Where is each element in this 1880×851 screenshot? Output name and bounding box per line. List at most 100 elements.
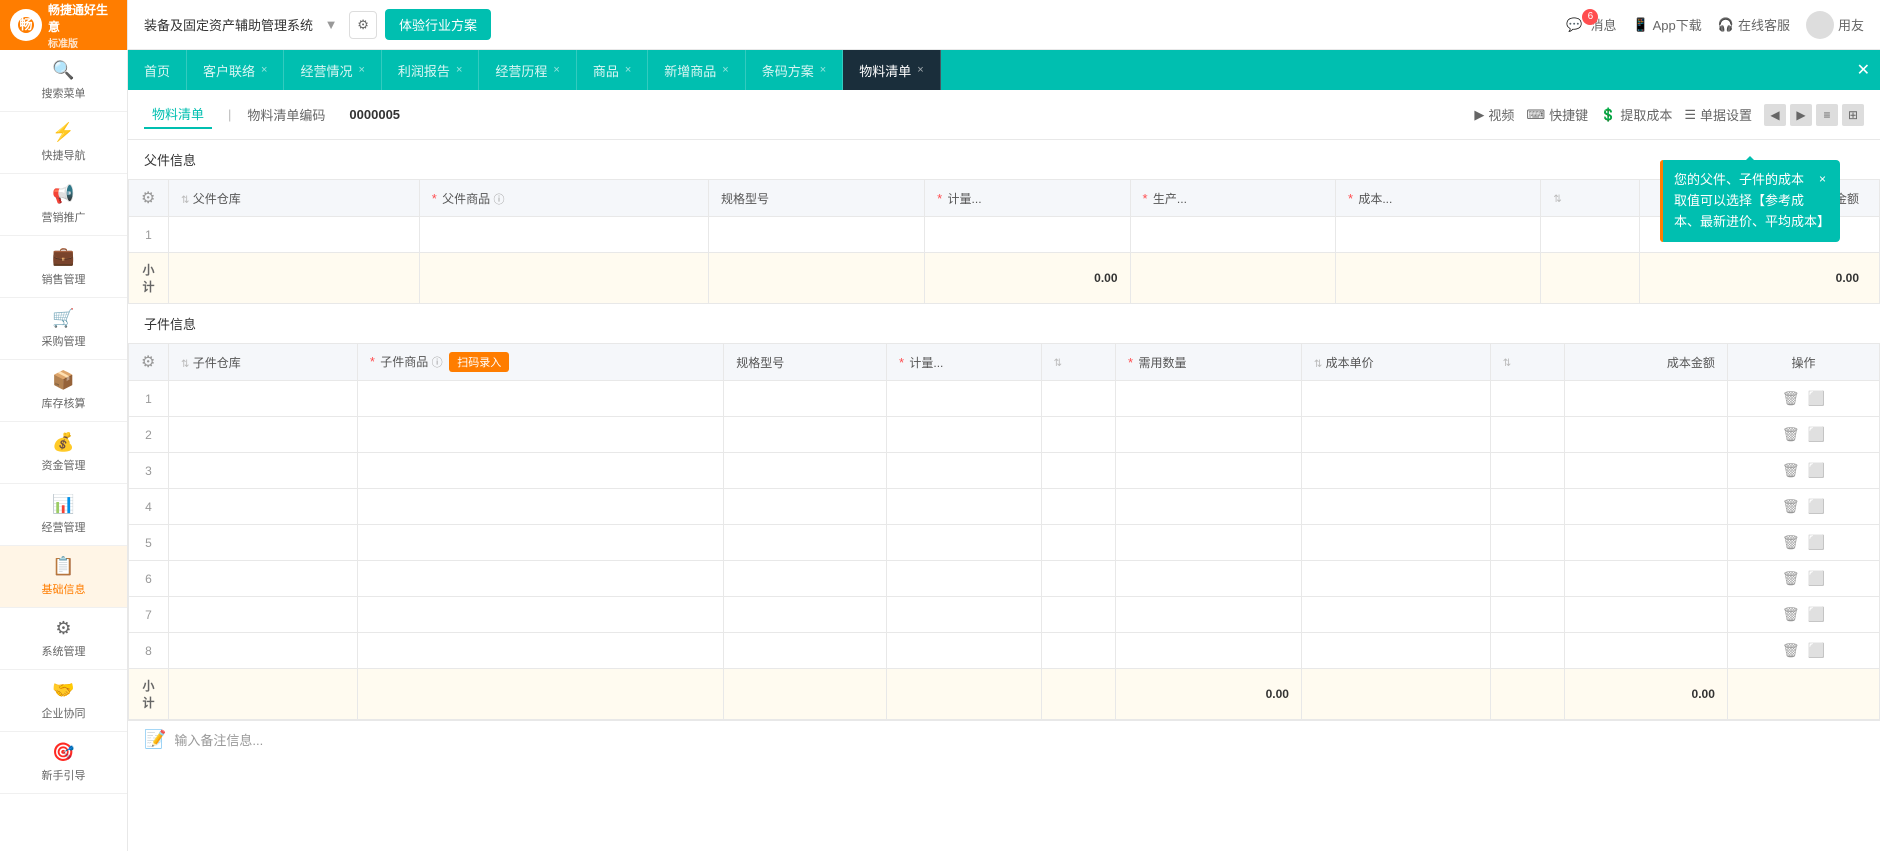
child-spec-cell[interactable] xyxy=(724,489,887,525)
sidebar-item-sales[interactable]: 💼 销售管理 xyxy=(0,236,127,298)
delete-icon[interactable]: 🗑 xyxy=(1782,534,1800,551)
child-qty-cell[interactable] xyxy=(886,489,1041,525)
child-warehouse-cell[interactable] xyxy=(169,381,358,417)
child-spec-cell[interactable] xyxy=(724,561,887,597)
child-unitcost-cell[interactable] xyxy=(1301,489,1490,525)
delete-icon[interactable]: 🗑 xyxy=(1782,462,1800,479)
child-spec-cell[interactable] xyxy=(724,525,887,561)
child-qty-cell[interactable] xyxy=(886,525,1041,561)
sidebar-item-search[interactable]: 🔍 搜索菜单 xyxy=(0,50,127,112)
child-needed-cell[interactable] xyxy=(1116,561,1302,597)
child-needed-cell[interactable] xyxy=(1116,597,1302,633)
nav-tab-close[interactable]: × xyxy=(722,64,728,76)
copy-icon[interactable]: ⬜ xyxy=(1808,642,1825,659)
parent-cost-cell[interactable] xyxy=(1335,217,1540,253)
child-amount-cell[interactable] xyxy=(1565,597,1728,633)
sidebar-item-quicknav[interactable]: ⚡ 快捷导航 xyxy=(0,112,127,174)
child-unitcost-cell[interactable] xyxy=(1301,525,1490,561)
copy-icon[interactable]: ⬜ xyxy=(1808,390,1825,407)
list-btn[interactable]: ≡ xyxy=(1816,104,1838,126)
child-amount-cell[interactable] xyxy=(1565,561,1728,597)
delete-icon[interactable]: 🗑 xyxy=(1782,642,1800,659)
child-amount-cell[interactable] xyxy=(1565,525,1728,561)
sidebar-item-basic[interactable]: 📋 基础信息 xyxy=(0,546,127,608)
copy-icon[interactable]: ⬜ xyxy=(1808,534,1825,551)
child-amount-cell[interactable] xyxy=(1565,453,1728,489)
child-spec-cell[interactable] xyxy=(724,417,887,453)
sidebar-item-inventory[interactable]: 📦 库存核算 xyxy=(0,360,127,422)
delete-icon[interactable]: 🗑 xyxy=(1782,570,1800,587)
child-product-cell[interactable] xyxy=(357,453,723,489)
sub-tab-bill[interactable]: 物料清单 xyxy=(144,100,212,129)
sidebar-item-guide[interactable]: 🎯 新手引导 xyxy=(0,732,127,794)
child-qty-cell[interactable] xyxy=(886,417,1041,453)
child-qty-cell[interactable] xyxy=(886,633,1041,669)
next-btn[interactable]: ▶ xyxy=(1790,104,1812,126)
th-gear-child[interactable]: ⚙ xyxy=(129,344,169,381)
child-warehouse-cell[interactable] xyxy=(169,453,358,489)
child-warehouse-cell[interactable] xyxy=(169,417,358,453)
child-qty-cell[interactable] xyxy=(886,597,1041,633)
action-cost[interactable]: 💲 提取成本 xyxy=(1600,105,1672,124)
user-item[interactable]: 用友 xyxy=(1806,11,1864,39)
child-unitcost-cell[interactable] xyxy=(1301,453,1490,489)
scan-btn[interactable]: 扫码录入 xyxy=(449,352,509,372)
nav-tab-经营情况[interactable]: 经营情况× xyxy=(284,50,381,90)
delete-icon[interactable]: 🗑 xyxy=(1782,498,1800,515)
child-spec-cell[interactable] xyxy=(724,453,887,489)
topbar-gear-btn[interactable]: ⚙ xyxy=(349,11,377,39)
parent-qty-cell[interactable] xyxy=(925,217,1130,253)
nav-tab-物料清单[interactable]: 物料清单× xyxy=(843,50,940,90)
th-gear-parent[interactable]: ⚙ xyxy=(129,180,169,217)
child-unitcost-cell[interactable] xyxy=(1301,597,1490,633)
nav-tab-close[interactable]: × xyxy=(553,64,559,76)
child-needed-cell[interactable] xyxy=(1116,417,1302,453)
parent-prod-cell[interactable] xyxy=(1130,217,1335,253)
app-download-item[interactable]: 📱 App下载 xyxy=(1632,15,1701,34)
parent-spec-cell[interactable] xyxy=(709,217,925,253)
nav-tab-close[interactable]: × xyxy=(456,64,462,76)
child-qty-cell[interactable] xyxy=(886,381,1041,417)
child-spec-cell[interactable] xyxy=(724,597,887,633)
topbar-dropdown[interactable]: ▼ xyxy=(321,15,341,35)
child-unitcost-cell[interactable] xyxy=(1301,633,1490,669)
nav-tab-商品[interactable]: 商品× xyxy=(577,50,648,90)
nav-tab-close[interactable]: × xyxy=(358,64,364,76)
prev-btn[interactable]: ◀ xyxy=(1764,104,1786,126)
sidebar-item-marketing[interactable]: 📢 营销推广 xyxy=(0,174,127,236)
child-warehouse-cell[interactable] xyxy=(169,597,358,633)
nav-tab-close[interactable]: × xyxy=(820,64,826,76)
nav-tab-首页[interactable]: 首页 xyxy=(128,50,187,90)
trial-button[interactable]: 体验行业方案 xyxy=(385,9,491,40)
delete-icon[interactable]: 🗑 xyxy=(1782,426,1800,443)
child-product-cell[interactable] xyxy=(357,633,723,669)
action-view[interactable]: ▶ 视频 xyxy=(1474,105,1514,124)
child-unitcost-cell[interactable] xyxy=(1301,561,1490,597)
child-needed-cell[interactable] xyxy=(1116,453,1302,489)
child-needed-cell[interactable] xyxy=(1116,525,1302,561)
sidebar-item-purchase[interactable]: 🛒 采购管理 xyxy=(0,298,127,360)
child-needed-cell[interactable] xyxy=(1116,381,1302,417)
sidebar-item-operations[interactable]: 📊 经营管理 xyxy=(0,484,127,546)
child-amount-cell[interactable] xyxy=(1565,633,1728,669)
child-needed-cell[interactable] xyxy=(1116,489,1302,525)
copy-icon[interactable]: ⬜ xyxy=(1808,462,1825,479)
child-warehouse-cell[interactable] xyxy=(169,525,358,561)
action-setting[interactable]: ☰ 单据设置 xyxy=(1684,105,1752,124)
tooltip-close-btn[interactable]: × xyxy=(1819,170,1826,189)
copy-icon[interactable]: ⬜ xyxy=(1808,606,1825,623)
sidebar-item-enterprise[interactable]: 🤝 企业协同 xyxy=(0,670,127,732)
child-warehouse-cell[interactable] xyxy=(169,633,358,669)
child-spec-cell[interactable] xyxy=(724,381,887,417)
child-amount-cell[interactable] xyxy=(1565,417,1728,453)
child-product-cell[interactable] xyxy=(357,525,723,561)
child-warehouse-cell[interactable] xyxy=(169,489,358,525)
nav-tab-条码方案[interactable]: 条码方案× xyxy=(746,50,843,90)
parent-product-cell[interactable] xyxy=(419,217,708,253)
child-warehouse-cell[interactable] xyxy=(169,561,358,597)
nav-tabs-close-all[interactable]: ✕ xyxy=(1847,50,1880,90)
nav-tab-新增商品[interactable]: 新增商品× xyxy=(648,50,745,90)
nav-tab-利润报告[interactable]: 利润报告× xyxy=(382,50,479,90)
online-chat-item[interactable]: 🎧 在线客服 xyxy=(1718,15,1790,34)
nav-tab-close[interactable]: × xyxy=(261,64,267,76)
